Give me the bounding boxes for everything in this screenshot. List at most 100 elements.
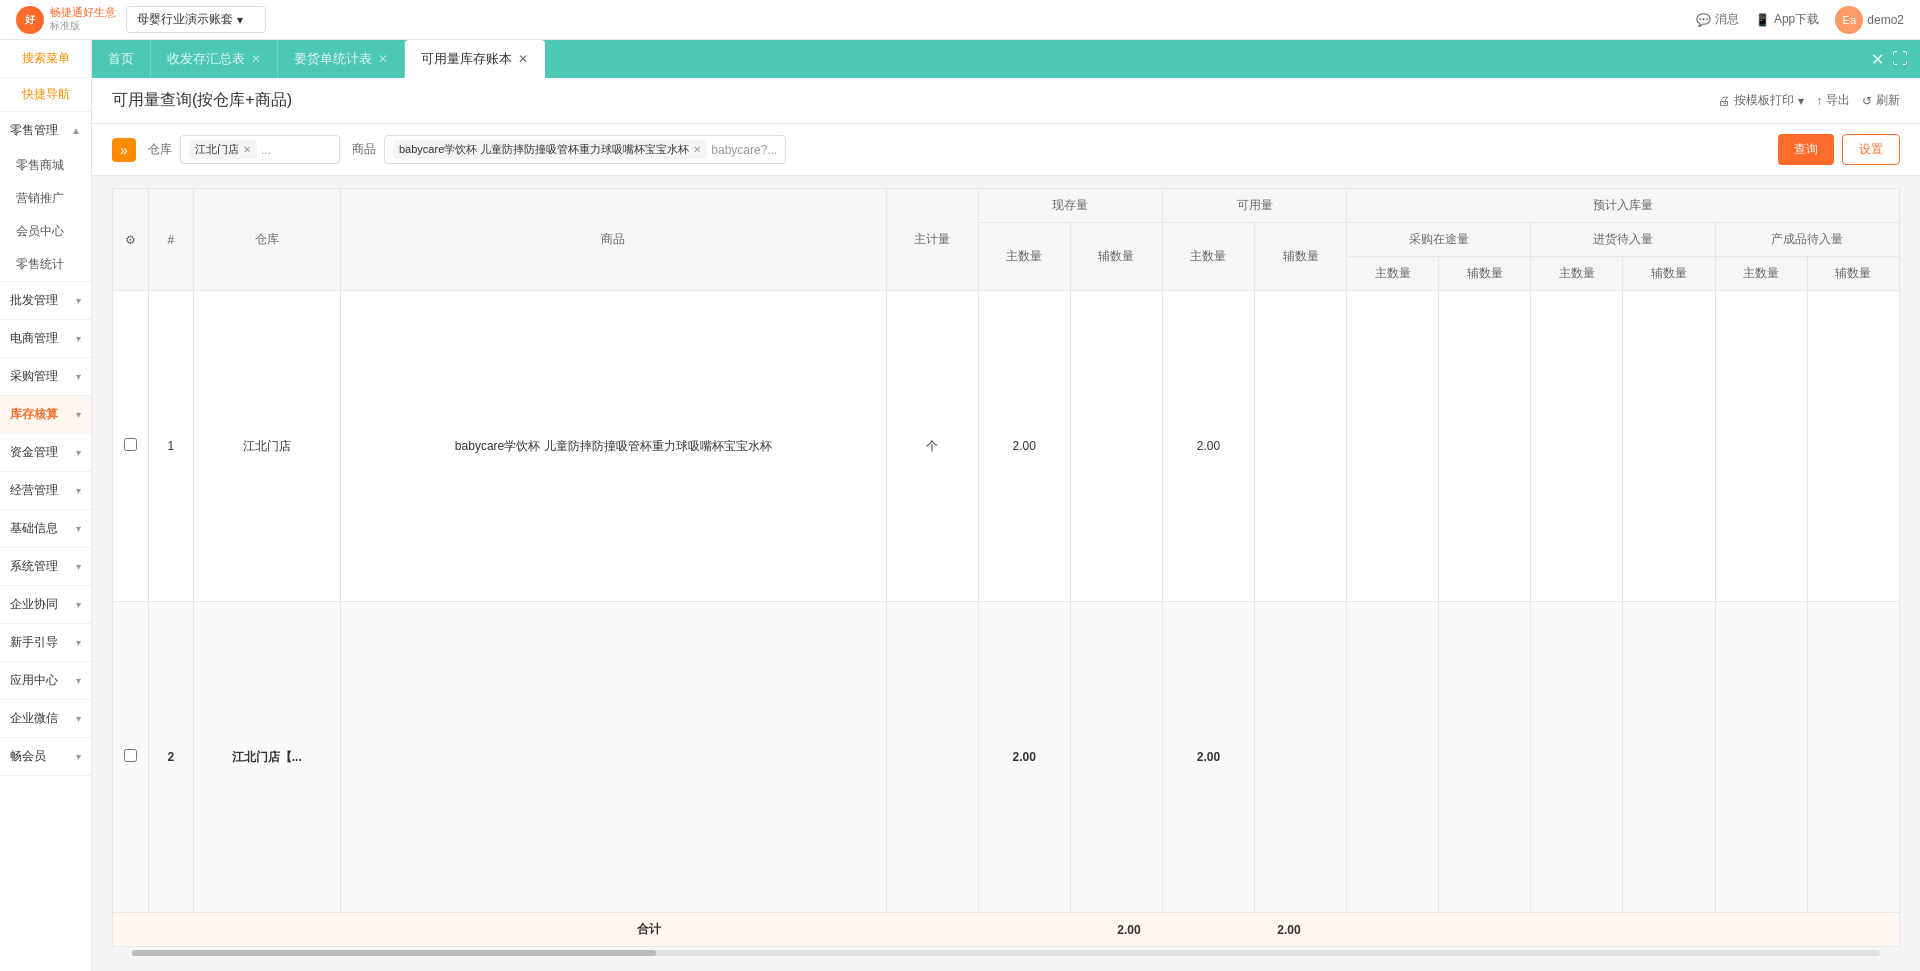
sidebar-item-marketing[interactable]: 营销推广 [0,182,91,215]
tab-available-close-icon[interactable]: ✕ [518,52,528,66]
app-download-label: App下载 [1774,11,1819,28]
footer-summary-label: 合计 [269,921,1029,938]
sidebar-section-header-basic[interactable]: 基础信息 ▾ [0,510,91,547]
refresh-btn[interactable]: ↺ 刷新 [1862,92,1900,109]
row2-unit [886,602,978,913]
export-label: 导出 [1826,92,1850,109]
row2-checkbox[interactable] [113,602,149,913]
sidebar-quick-nav[interactable]: 快捷导航 [0,78,91,112]
industry-select[interactable]: 母婴行业演示账套 ▾ [126,6,266,33]
row1-available-main: 2.00 [1162,291,1254,602]
industry-label: 母婴行业演示账套 [137,11,233,28]
tab-receipts[interactable]: 收发存汇总表 ✕ [151,40,278,78]
sidebar-section-header-purchase[interactable]: 采购管理 ▾ [0,358,91,395]
table-row: 1 江北门店 babycare学饮杯 儿童防摔防撞吸管杯重力球吸嘴杯宝宝水杯 个… [113,291,1900,602]
sidebar-section-header-vip[interactable]: 畅会员 ▾ [0,738,91,775]
query-button[interactable]: 查询 [1778,134,1834,165]
print-btn[interactable]: 🖨 按模板打印 ▾ [1718,92,1804,109]
quick-nav-label: 快捷导航 [22,87,70,101]
row2-produce-aux [1807,602,1899,913]
sidebar-section-header-newbie[interactable]: 新手引导 ▾ [0,624,91,661]
sidebar-section-retail: 零售管理 ▲ 零售商城 营销推广 会员中心 零售统计 [0,112,91,282]
col-unit-header: 主计量 [886,189,978,291]
print-chevron-icon: ▾ [1798,94,1804,108]
sidebar-section-wechat: 企业微信 ▾ [0,700,91,738]
main-layout: 搜索菜单 快捷导航 零售管理 ▲ 零售商城 营销推广 会员中心 零售统计 批发管… [0,40,1920,971]
col-purchase-main-header: 主数量 [1347,257,1439,291]
chevron-down-icon: ▾ [237,13,243,27]
horizontal-scrollbar[interactable] [112,947,1900,959]
sidebar: 搜索菜单 快捷导航 零售管理 ▲ 零售商城 营销推广 会员中心 零售统计 批发管… [0,40,92,971]
system-label: 系统管理 [10,558,58,575]
col-settings-header[interactable]: ⚙ [113,189,149,291]
row1-available-aux [1255,291,1347,602]
row1-product: babycare学饮杯 儿童防摔防撞吸管杯重力球吸嘴杯宝宝水杯 [340,291,886,602]
footer-available-main: 2.00 [1249,923,1329,937]
warehouse-filter-input[interactable]: 江北门店 ✕ ... [180,135,340,164]
sidebar-section-header-apps[interactable]: 应用中心 ▾ [0,662,91,699]
row2-available-main: 2.00 [1162,602,1254,913]
sidebar-section-header-wechat[interactable]: 企业微信 ▾ [0,700,91,737]
wholesale-label: 批发管理 [10,292,58,309]
sidebar-section-basic: 基础信息 ▾ [0,510,91,548]
warehouse-filter-label: 仓库 [148,141,172,158]
row1-checkbox[interactable] [113,291,149,602]
sidebar-item-retail-mall[interactable]: 零售商城 [0,149,91,182]
sidebar-section-header-retail[interactable]: 零售管理 ▲ [0,112,91,149]
message-btn[interactable]: 💬 消息 [1696,11,1739,28]
product-tag-close-icon[interactable]: ✕ [693,144,701,155]
filter-expand-btn[interactable]: » [112,138,136,162]
row2-purchase-main [1347,602,1439,913]
row1-index: 1 [149,291,194,602]
col-forecast-group-header: 预计入库量 [1347,189,1900,223]
tab-requisition-label: 要货单统计表 [294,50,372,68]
tab-home[interactable]: 首页 [92,40,151,78]
sidebar-section-header-enterprise[interactable]: 企业协同 ▾ [0,586,91,623]
sidebar-item-members[interactable]: 会员中心 [0,215,91,248]
top-bar-left: 好 畅捷通好生意 标准版 母婴行业演示账套 ▾ [16,6,266,34]
product-filter-input[interactable]: babycare学饮杯 儿童防摔防撞吸管杯重力球吸嘴杯宝宝水杯 ✕ babyca… [384,135,786,164]
tab-expand-icon[interactable]: ⛶ [1892,50,1908,68]
sidebar-section-header-operations[interactable]: 经营管理 ▾ [0,472,91,509]
col-stock-group-header: 现存量 [978,189,1162,223]
filter-actions: 查询 设置 [1778,134,1900,165]
export-btn[interactable]: ↑ 导出 [1816,92,1850,109]
operations-label: 经营管理 [10,482,58,499]
user-btn[interactable]: Ea demo2 [1835,6,1904,34]
tab-requisition-close-icon[interactable]: ✕ [378,52,388,66]
sidebar-section-header-ecommerce[interactable]: 电商管理 ▾ [0,320,91,357]
settings-button[interactable]: 设置 [1842,134,1900,165]
sidebar-section-header-system[interactable]: 系统管理 ▾ [0,548,91,585]
filter-bar: » 仓库 江北门店 ✕ ... 商品 babycare [92,124,1920,176]
scroll-track[interactable] [132,950,1880,956]
refresh-label: 刷新 [1876,92,1900,109]
row2-purchase-aux [1439,602,1531,913]
app-download-btn[interactable]: 📱 App下载 [1755,11,1819,28]
row2-produce-main [1715,602,1807,913]
sidebar-search[interactable]: 搜索菜单 [0,40,91,78]
export-icon: ↑ [1816,94,1822,108]
tab-bar: 首页 收发存汇总表 ✕ 要货单统计表 ✕ 可用量库存账本 ✕ ✕ ⛶ [92,40,1920,78]
scroll-thumb[interactable] [132,950,656,956]
row1-stock-aux [1070,291,1162,602]
logo-text-area: 畅捷通好生意 标准版 [50,6,116,33]
message-icon: 💬 [1696,13,1711,27]
product-filter-group: 商品 babycare学饮杯 儿童防摔防撞吸管杯重力球吸嘴杯宝宝水杯 ✕ bab… [352,135,786,164]
sidebar-section-header-finance[interactable]: 资金管理 ▾ [0,434,91,471]
tab-close-all-icon[interactable]: ✕ [1871,50,1884,69]
wechat-label: 企业微信 [10,710,58,727]
sidebar-section-header-wholesale[interactable]: 批发管理 ▾ [0,282,91,319]
basic-label: 基础信息 [10,520,58,537]
sidebar-section-operations: 经营管理 ▾ [0,472,91,510]
tab-requisition[interactable]: 要货单统计表 ✕ [278,40,405,78]
tab-available[interactable]: 可用量库存账本 ✕ [405,40,545,78]
apps-label: 应用中心 [10,672,58,689]
row1-incoming-main [1531,291,1623,602]
tab-receipts-close-icon[interactable]: ✕ [251,52,261,66]
sidebar-item-retail-stats[interactable]: 零售统计 [0,248,91,281]
col-product-header: 商品 [340,189,886,291]
sidebar-section-header-inventory[interactable]: 库存核算 ▾ [0,396,91,433]
warehouse-tag-close-icon[interactable]: ✕ [243,144,251,155]
row1-unit: 个 [886,291,978,602]
row1-warehouse: 江北门店 [193,291,340,602]
